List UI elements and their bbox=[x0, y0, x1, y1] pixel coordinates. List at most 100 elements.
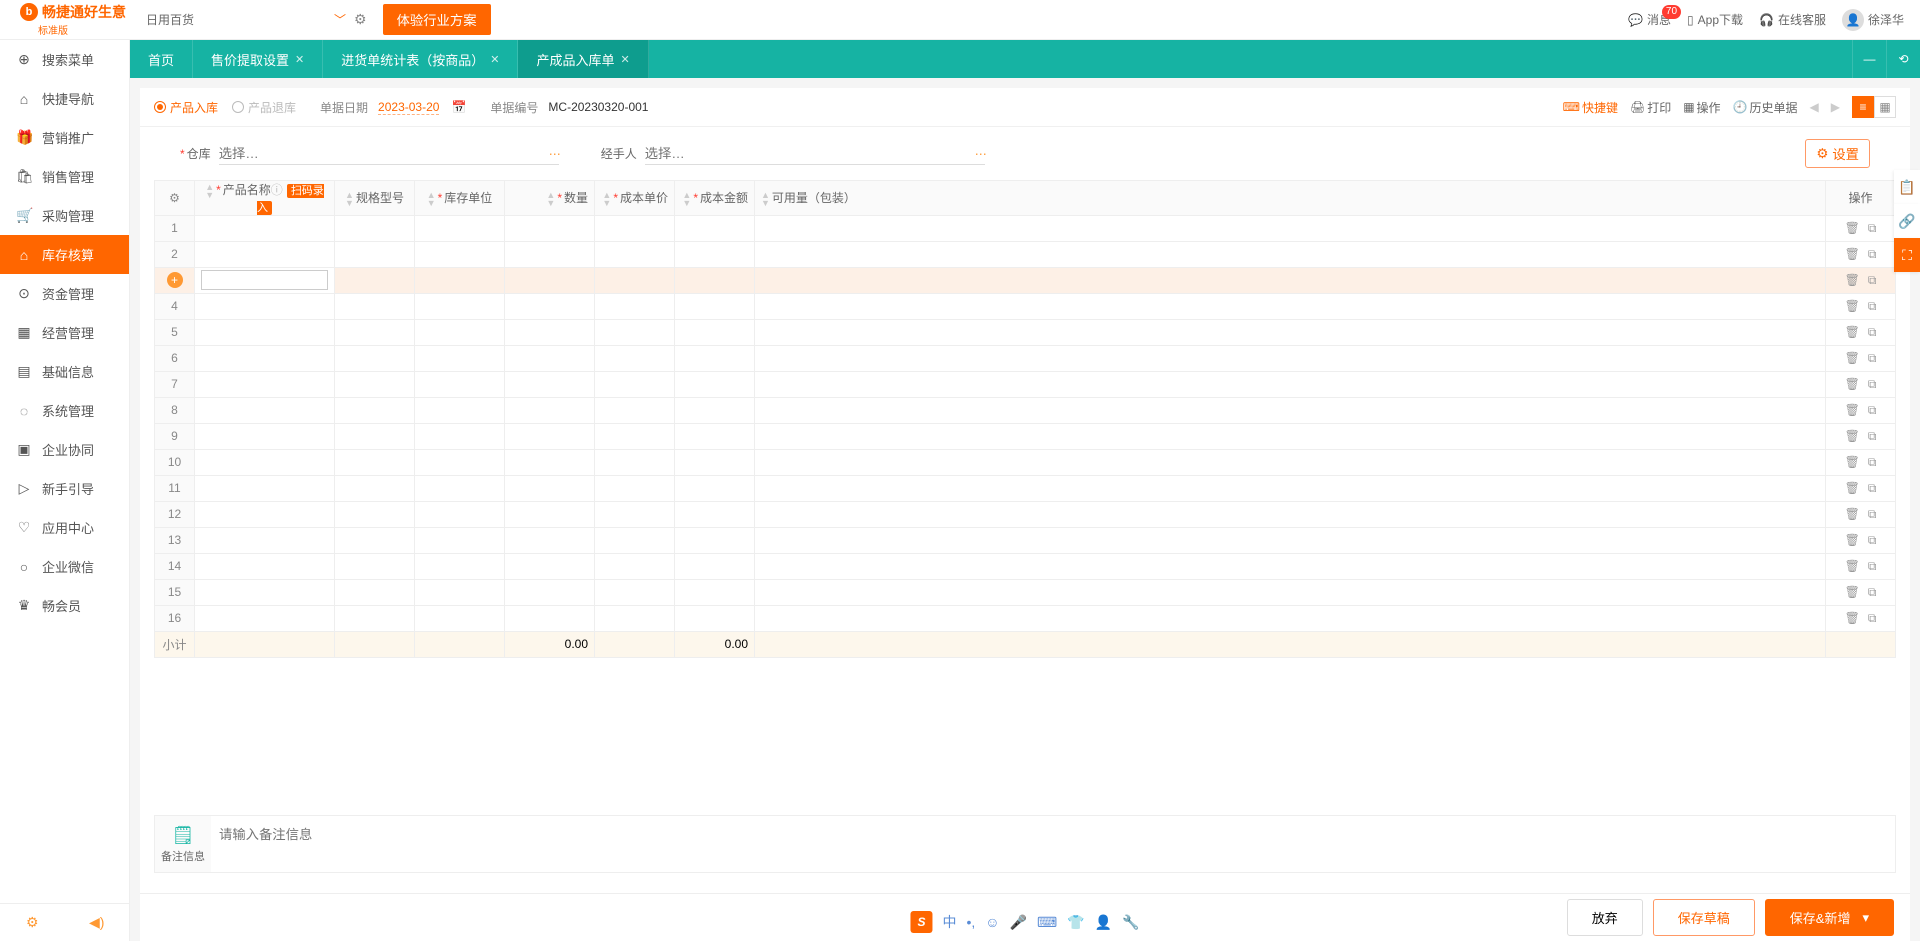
cell-qty[interactable] bbox=[505, 605, 595, 631]
cell-price[interactable] bbox=[595, 371, 675, 397]
sidebar-item-1[interactable]: ⌂快捷导航 bbox=[0, 79, 129, 118]
cell-unit[interactable] bbox=[415, 527, 505, 553]
cell-spec[interactable] bbox=[335, 345, 415, 371]
cell-unit[interactable] bbox=[415, 267, 505, 293]
table-row[interactable]: 8🗑⧉ bbox=[155, 397, 1896, 423]
cell-product-name[interactable] bbox=[195, 605, 335, 631]
warehouse-input[interactable] bbox=[219, 143, 559, 165]
delete-icon[interactable]: 🗑 bbox=[1845, 429, 1860, 444]
cell-product-name[interactable] bbox=[195, 527, 335, 553]
delete-icon[interactable]: 🗑 bbox=[1845, 455, 1860, 470]
copy-icon[interactable]: ⧉ bbox=[1868, 325, 1877, 340]
delete-icon[interactable]: 🗑 bbox=[1845, 403, 1860, 418]
cell-avail[interactable] bbox=[755, 501, 1826, 527]
table-row[interactable]: 9🗑⧉ bbox=[155, 423, 1896, 449]
table-row[interactable]: 4🗑⧉ bbox=[155, 293, 1896, 319]
cell-unit[interactable] bbox=[415, 215, 505, 241]
copy-icon[interactable]: ⧉ bbox=[1868, 481, 1877, 496]
table-row[interactable]: 16🗑⧉ bbox=[155, 605, 1896, 631]
sidebar-item-6[interactable]: ⊙资金管理 bbox=[0, 274, 129, 313]
cell-avail[interactable] bbox=[755, 475, 1826, 501]
cell-amt[interactable] bbox=[675, 449, 755, 475]
handler-input[interactable] bbox=[645, 143, 985, 165]
cell-amt[interactable] bbox=[675, 397, 755, 423]
sidebar-item-12[interactable]: ♡应用中心 bbox=[0, 508, 129, 547]
copy-icon[interactable]: ⧉ bbox=[1868, 611, 1877, 626]
cell-qty[interactable] bbox=[505, 501, 595, 527]
online-service-link[interactable]: 🎧 在线客服 bbox=[1759, 11, 1826, 28]
table-row[interactable]: 12🗑⧉ bbox=[155, 501, 1896, 527]
delete-icon[interactable]: 🗑 bbox=[1845, 325, 1860, 340]
ime-keyboard-icon[interactable]: ⌨ bbox=[1037, 914, 1057, 931]
cell-amt[interactable] bbox=[675, 371, 755, 397]
delete-icon[interactable]: 🗑 bbox=[1845, 533, 1860, 548]
cell-spec[interactable] bbox=[335, 501, 415, 527]
view-list[interactable]: ≡ bbox=[1852, 96, 1874, 118]
cell-product-name[interactable] bbox=[195, 475, 335, 501]
cell-spec[interactable] bbox=[335, 267, 415, 293]
copy-icon[interactable]: ⧉ bbox=[1868, 377, 1877, 392]
print-link[interactable]: 🖨打印 bbox=[1630, 99, 1671, 116]
cell-avail[interactable] bbox=[755, 579, 1826, 605]
cell-product-name[interactable] bbox=[195, 449, 335, 475]
cell-unit[interactable] bbox=[415, 371, 505, 397]
cell-price[interactable] bbox=[595, 579, 675, 605]
cell-qty[interactable] bbox=[505, 553, 595, 579]
cell-product-name[interactable] bbox=[195, 553, 335, 579]
cell-product-name[interactable] bbox=[195, 215, 335, 241]
operate-link[interactable]: ▦操作 bbox=[1683, 99, 1720, 116]
cell-avail[interactable] bbox=[755, 293, 1826, 319]
cell-amt[interactable] bbox=[675, 579, 755, 605]
delete-icon[interactable]: 🗑 bbox=[1845, 507, 1860, 522]
delete-icon[interactable]: 🗑 bbox=[1845, 221, 1860, 236]
calendar-icon[interactable]: 📅 bbox=[451, 100, 466, 114]
cell-unit[interactable] bbox=[415, 605, 505, 631]
table-row[interactable]: 7🗑⧉ bbox=[155, 371, 1896, 397]
sidebar-item-11[interactable]: ▷新手引导 bbox=[0, 469, 129, 508]
col-qty[interactable]: ▲▼*数量 bbox=[505, 181, 595, 216]
cell-spec[interactable] bbox=[335, 397, 415, 423]
cell-amt[interactable] bbox=[675, 345, 755, 371]
copy-icon[interactable]: ⧉ bbox=[1868, 351, 1877, 366]
cell-avail[interactable] bbox=[755, 215, 1826, 241]
tab-1[interactable]: 售价提取设置✕ bbox=[193, 40, 323, 78]
copy-icon[interactable]: ⧉ bbox=[1868, 403, 1877, 418]
save-new-button[interactable]: 保存&新增▾ bbox=[1765, 899, 1894, 936]
cell-price[interactable] bbox=[595, 293, 675, 319]
table-row[interactable]: 6🗑⧉ bbox=[155, 345, 1896, 371]
cell-spec[interactable] bbox=[335, 241, 415, 267]
cell-unit[interactable] bbox=[415, 423, 505, 449]
cell-qty[interactable] bbox=[505, 475, 595, 501]
ime-smile-icon[interactable]: ☺ bbox=[985, 914, 999, 930]
cell-amt[interactable] bbox=[675, 475, 755, 501]
sidebar-item-9[interactable]: ◌系统管理 bbox=[0, 391, 129, 430]
cell-qty[interactable] bbox=[505, 527, 595, 553]
col-spec[interactable]: ▲▼规格型号 bbox=[335, 181, 415, 216]
cell-amt[interactable] bbox=[675, 605, 755, 631]
cell-price[interactable] bbox=[595, 475, 675, 501]
cell-qty[interactable] bbox=[505, 579, 595, 605]
sidebar-item-8[interactable]: ▤基础信息 bbox=[0, 352, 129, 391]
sidebar-item-7[interactable]: ▦经营管理 bbox=[0, 313, 129, 352]
col-amt[interactable]: ▲▼*成本金额 bbox=[675, 181, 755, 216]
cell-avail[interactable] bbox=[755, 397, 1826, 423]
cell-product-name[interactable] bbox=[195, 371, 335, 397]
sidebar-item-14[interactable]: ♛畅会员 bbox=[0, 586, 129, 625]
cell-unit[interactable] bbox=[415, 579, 505, 605]
cell-price[interactable] bbox=[595, 605, 675, 631]
tab-3[interactable]: 产成品入库单✕ bbox=[518, 40, 648, 78]
cell-spec[interactable] bbox=[335, 293, 415, 319]
col-unit[interactable]: ▲▼*库存单位 bbox=[415, 181, 505, 216]
cell-price[interactable] bbox=[595, 319, 675, 345]
table-row[interactable]: 2🗑⧉ bbox=[155, 241, 1896, 267]
cell-spec[interactable] bbox=[335, 527, 415, 553]
cell-spec[interactable] bbox=[335, 579, 415, 605]
cell-avail[interactable] bbox=[755, 267, 1826, 293]
cell-qty[interactable] bbox=[505, 397, 595, 423]
user-menu[interactable]: 👤 徐泽华 bbox=[1842, 9, 1904, 31]
delete-icon[interactable]: 🗑 bbox=[1845, 611, 1860, 626]
delete-icon[interactable]: 🗑 bbox=[1845, 273, 1860, 288]
sidebar-item-2[interactable]: 🎁营销推广 bbox=[0, 118, 129, 157]
mini-expand-icon[interactable]: ⛶ bbox=[1894, 238, 1920, 272]
cell-unit[interactable] bbox=[415, 345, 505, 371]
